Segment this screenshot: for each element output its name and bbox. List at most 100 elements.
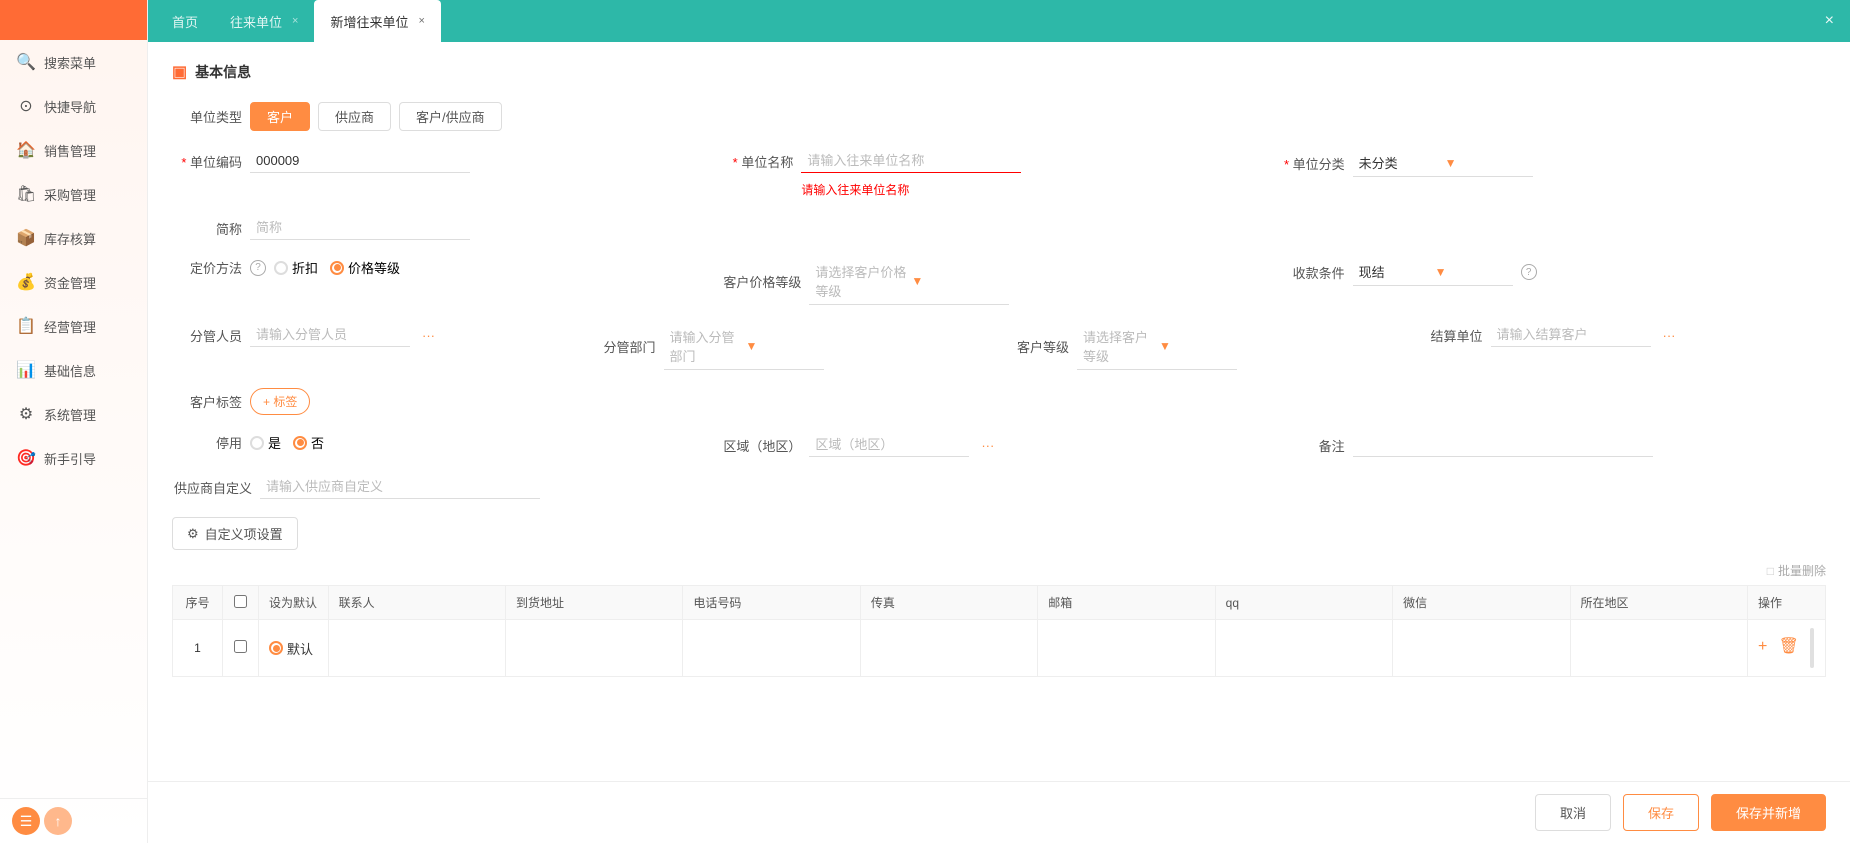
- supplier-custom-field: 供应商自定义: [172, 475, 772, 499]
- sidebar-bottom-btn1[interactable]: ☰: [12, 807, 40, 835]
- row-qq[interactable]: [1215, 620, 1392, 677]
- price-level-radio[interactable]: [330, 261, 344, 275]
- add-tag-button[interactable]: + 标签: [250, 388, 310, 415]
- pricing-label: 定价方法: [172, 258, 242, 277]
- customer-tag-row: 客户标签 + 标签: [172, 388, 1826, 415]
- customer-price-field: 客户价格等级 请选择客户价格等级 ▼: [723, 258, 1274, 305]
- row-phone[interactable]: [683, 620, 860, 677]
- col-checkbox[interactable]: [223, 586, 259, 620]
- row-address[interactable]: [505, 620, 682, 677]
- address-input[interactable]: [516, 641, 672, 655]
- payment-value: 现结: [1359, 262, 1431, 281]
- sidebar-item-search[interactable]: 🔍 搜索菜单: [0, 40, 147, 84]
- row-wechat[interactable]: [1393, 620, 1570, 677]
- unit-name-label: 单位名称: [723, 152, 793, 171]
- row-fax[interactable]: [860, 620, 1037, 677]
- pricing-help-icon[interactable]: ?: [250, 260, 266, 276]
- save-new-button[interactable]: 保存并新增: [1711, 794, 1826, 831]
- settlement-more-btn[interactable]: ···: [1659, 328, 1680, 343]
- qq-input[interactable]: [1226, 641, 1382, 655]
- contact-input[interactable]: [339, 641, 495, 655]
- sidebar-item-guide[interactable]: 🎯 新手引导: [0, 436, 147, 480]
- row-checkbox[interactable]: [234, 640, 247, 653]
- pricing-level[interactable]: 价格等级: [330, 258, 400, 277]
- type-btn-supplier[interactable]: 供应商: [318, 102, 391, 131]
- row-region[interactable]: [1570, 620, 1747, 677]
- disabled-yes[interactable]: 是: [250, 433, 281, 452]
- region-more-btn[interactable]: ···: [977, 438, 998, 453]
- short-name-input[interactable]: [250, 216, 470, 240]
- section-icon: ▣: [172, 62, 187, 82]
- row-contact[interactable]: [328, 620, 505, 677]
- tab-home[interactable]: 首页: [156, 0, 214, 42]
- row-email[interactable]: [1038, 620, 1215, 677]
- disabled-no-radio[interactable]: [293, 436, 307, 450]
- discount-radio[interactable]: [274, 261, 288, 275]
- tab-partner-list-close[interactable]: ×: [292, 15, 298, 27]
- customer-level-select[interactable]: 请选择客户等级 ▼: [1077, 323, 1237, 370]
- sidebar-item-operations[interactable]: 📋 经营管理: [0, 304, 147, 348]
- sidebar-item-sales[interactable]: 🏠 销售管理: [0, 128, 147, 172]
- tab-new-partner-close[interactable]: ×: [418, 15, 424, 27]
- save-button[interactable]: 保存: [1623, 794, 1699, 831]
- guide-icon: 🎯: [16, 448, 36, 468]
- default-radio-circle[interactable]: [269, 641, 283, 655]
- batch-delete-label[interactable]: 批量删除: [1778, 562, 1826, 579]
- remark-input[interactable]: [1353, 433, 1653, 457]
- department-select[interactable]: 请输入分管部门 ▼: [664, 323, 824, 370]
- payment-select[interactable]: 现结 ▼: [1353, 258, 1513, 286]
- col-address: 到货地址: [505, 586, 682, 620]
- fax-input[interactable]: [871, 641, 1027, 655]
- row-add-btn[interactable]: +: [1758, 638, 1767, 655]
- custom-setting-icon: ⚙: [187, 526, 199, 542]
- pricing-discount[interactable]: 折扣: [274, 258, 318, 277]
- sidebar-item-basic[interactable]: 📊 基础信息: [0, 348, 147, 392]
- batch-delete-area: □ 批量删除: [172, 562, 1826, 579]
- select-all-checkbox[interactable]: [234, 595, 247, 608]
- disabled-no-label: 否: [311, 433, 324, 452]
- form-content: ▣ 基本信息 单位类型 客户 供应商 客户/供应商 单位编码 单位名称: [148, 42, 1850, 781]
- wechat-input[interactable]: [1403, 641, 1559, 655]
- col-contact: 联系人: [328, 586, 505, 620]
- tab-bar-close[interactable]: ×: [1817, 12, 1842, 30]
- custom-setting-button[interactable]: ⚙ 自定义项设置: [172, 517, 298, 550]
- supplier-custom-input[interactable]: [260, 475, 540, 499]
- sidebar-item-label: 资金管理: [44, 273, 96, 292]
- customer-price-select[interactable]: 请选择客户价格等级 ▼: [809, 258, 1009, 305]
- main-area: 首页 往来单位 × 新增往来单位 × × ▣ 基本信息 单位类型 客户 供应商 …: [148, 0, 1850, 843]
- col-default: 设为默认: [259, 586, 329, 620]
- row-region-input[interactable]: [1581, 641, 1737, 655]
- payment-help-icon[interactable]: ?: [1521, 264, 1537, 280]
- row-default: 默认: [259, 620, 329, 677]
- sidebar-item-label: 快捷导航: [44, 97, 96, 116]
- sidebar-item-quicknav[interactable]: ⊙ 快捷导航: [0, 84, 147, 128]
- row-checkbox-cell[interactable]: [223, 620, 259, 677]
- sidebar-item-purchase[interactable]: 🛍 采购管理: [0, 172, 147, 216]
- disabled-no[interactable]: 否: [293, 433, 324, 452]
- phone-input[interactable]: [693, 641, 849, 655]
- sidebar-bottom-btn2[interactable]: ↑: [44, 807, 72, 835]
- row-default-radio[interactable]: 默认: [269, 639, 318, 658]
- disabled-yes-radio[interactable]: [250, 436, 264, 450]
- department-field: 分管部门 请输入分管部门 ▼: [586, 323, 1000, 370]
- row-delete-btn[interactable]: 🗑: [1779, 638, 1799, 655]
- manager-more-btn[interactable]: ···: [418, 328, 439, 343]
- sidebar-item-finance[interactable]: 💰 资金管理: [0, 260, 147, 304]
- unit-code-input[interactable]: [250, 149, 470, 173]
- email-input[interactable]: [1048, 641, 1204, 655]
- tab-partner-list[interactable]: 往来单位 ×: [214, 0, 314, 42]
- unit-name-input[interactable]: [801, 149, 1021, 173]
- region-input[interactable]: [809, 433, 969, 457]
- manager-input[interactable]: [250, 323, 410, 347]
- tab-new-partner[interactable]: 新增往来单位 ×: [314, 0, 440, 42]
- disabled-field: 停用 是 否: [172, 433, 723, 452]
- type-btn-customer[interactable]: 客户: [250, 102, 310, 131]
- manager-label: 分管人员: [172, 326, 242, 345]
- cancel-button[interactable]: 取消: [1535, 794, 1611, 831]
- unit-category-select[interactable]: 未分类 ▼: [1353, 149, 1533, 177]
- sidebar-item-system[interactable]: ⚙ 系统管理: [0, 392, 147, 436]
- tag-btn-label: + 标签: [263, 393, 297, 410]
- sidebar-item-inventory[interactable]: 📦 库存核算: [0, 216, 147, 260]
- settlement-input[interactable]: [1491, 323, 1651, 347]
- type-btn-both[interactable]: 客户/供应商: [399, 102, 502, 131]
